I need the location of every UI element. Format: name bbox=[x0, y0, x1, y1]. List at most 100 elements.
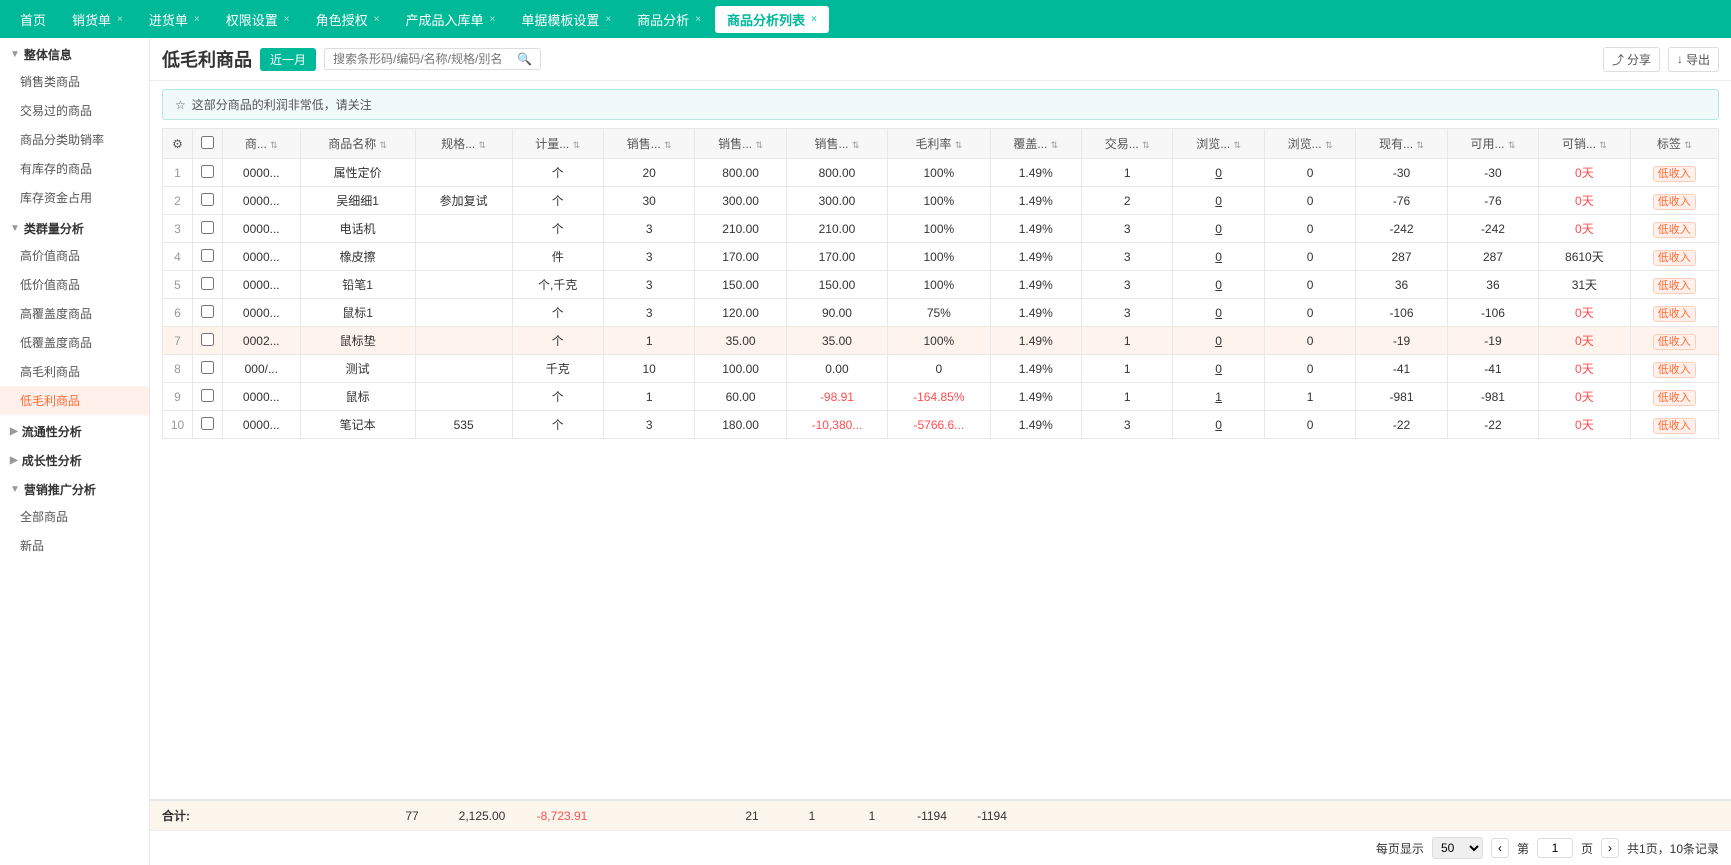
table-header-row: ⚙ 商... ⇅ 商品名称 ⇅ 规格... ⇅ 计量... ⇅ 销售... ⇅ … bbox=[163, 129, 1719, 159]
close-icon[interactable]: × bbox=[374, 14, 380, 25]
nav-product-analysis[interactable]: 商品分析 × bbox=[625, 6, 713, 33]
sales-amount-cell: 150.00 bbox=[695, 271, 786, 299]
checkbox-cell[interactable] bbox=[193, 327, 223, 355]
sales-qty-cell: 3 bbox=[603, 271, 694, 299]
row-checkbox[interactable] bbox=[201, 389, 214, 402]
row-checkbox[interactable] bbox=[201, 165, 214, 178]
views1-cell: 0 bbox=[1173, 159, 1264, 187]
checkbox-cell[interactable] bbox=[193, 215, 223, 243]
row-checkbox[interactable] bbox=[201, 305, 214, 318]
row-checkbox[interactable] bbox=[201, 193, 214, 206]
sidebar-item-high-coverage[interactable]: 高覆盖度商品 bbox=[0, 299, 149, 328]
sidebar-group-cluster[interactable]: ▼ 类群量分析 bbox=[0, 212, 149, 241]
close-icon[interactable]: × bbox=[284, 14, 290, 25]
settings-col-header[interactable]: ⚙ bbox=[163, 129, 193, 159]
sidebar-item-high-margin[interactable]: 高毛利商品 bbox=[0, 357, 149, 386]
available-cell: -242 bbox=[1447, 215, 1538, 243]
close-icon[interactable]: × bbox=[489, 14, 495, 25]
data-table-area: ⚙ 商... ⇅ 商品名称 ⇅ 规格... ⇅ 计量... ⇅ 销售... ⇅ … bbox=[150, 128, 1731, 799]
available-cell: -19 bbox=[1447, 327, 1538, 355]
sidebar-item-low-coverage[interactable]: 低覆盖度商品 bbox=[0, 328, 149, 357]
current-stock-cell: -106 bbox=[1356, 299, 1447, 327]
sidebar-item-low-value[interactable]: 低价值商品 bbox=[0, 270, 149, 299]
sellable-cell: 0天 bbox=[1539, 187, 1630, 215]
sidebar-item-all-products[interactable]: 全部商品 bbox=[0, 502, 149, 531]
sidebar-item-sales-products[interactable]: 销售类商品 bbox=[0, 67, 149, 96]
nav-permissions[interactable]: 权限设置 × bbox=[214, 6, 302, 33]
row-checkbox[interactable] bbox=[201, 277, 214, 290]
sidebar-item-traded-products[interactable]: 交易过的商品 bbox=[0, 96, 149, 125]
row-checkbox[interactable] bbox=[201, 221, 214, 234]
checkbox-cell[interactable] bbox=[193, 411, 223, 439]
code-cell: 000/... bbox=[223, 355, 301, 383]
sales-profit-cell: 35.00 bbox=[786, 327, 887, 355]
sidebar-item-new-products[interactable]: 新品 bbox=[0, 531, 149, 560]
sidebar-group-liquidity[interactable]: ▶ 流通性分析 bbox=[0, 415, 149, 444]
nav-sales-order[interactable]: 销货单 × bbox=[60, 6, 135, 33]
sales-amount-cell: 180.00 bbox=[695, 411, 786, 439]
transactions-cell: 3 bbox=[1081, 243, 1172, 271]
page-header: 低毛利商品 近一月 🔍 ⤴ 分享 ↓ 导出 bbox=[150, 38, 1731, 81]
period-button[interactable]: 近一月 bbox=[260, 48, 316, 71]
row-checkbox[interactable] bbox=[201, 333, 214, 346]
checkbox-cell[interactable] bbox=[193, 159, 223, 187]
export-button[interactable]: ↓ 导出 bbox=[1668, 47, 1719, 72]
page-title: 低毛利商品 bbox=[162, 46, 252, 72]
checkbox-cell[interactable] bbox=[193, 187, 223, 215]
tag-cell: 低收入 bbox=[1630, 271, 1718, 299]
checkbox-cell[interactable] bbox=[193, 299, 223, 327]
checkbox-cell[interactable] bbox=[193, 355, 223, 383]
sales-qty-cell: 30 bbox=[603, 187, 694, 215]
current-stock-cell: -242 bbox=[1356, 215, 1447, 243]
close-icon[interactable]: × bbox=[811, 14, 817, 25]
row-checkbox[interactable] bbox=[201, 249, 214, 262]
sidebar-item-category-sales[interactable]: 商品分类助销率 bbox=[0, 125, 149, 154]
sidebar-item-inventory-capital[interactable]: 库存资金占用 bbox=[0, 183, 149, 212]
sidebar-item-stocked[interactable]: 有库存的商品 bbox=[0, 154, 149, 183]
prev-page-button[interactable]: ‹ bbox=[1491, 838, 1509, 858]
available-cell: 36 bbox=[1447, 271, 1538, 299]
available-cell: 287 bbox=[1447, 243, 1538, 271]
search-icon[interactable]: 🔍 bbox=[517, 52, 532, 66]
search-input[interactable] bbox=[333, 52, 513, 66]
sidebar-group-growth[interactable]: ▶ 成长性分析 bbox=[0, 444, 149, 473]
checkbox-col-header[interactable] bbox=[193, 129, 223, 159]
nav-role-auth[interactable]: 角色授权 × bbox=[304, 6, 392, 33]
sales-amount-cell: 100.00 bbox=[695, 355, 786, 383]
per-page-select[interactable]: 50 100 200 bbox=[1432, 837, 1483, 859]
sidebar-item-high-value[interactable]: 高价值商品 bbox=[0, 241, 149, 270]
page-number-input[interactable] bbox=[1537, 838, 1573, 858]
transactions-cell: 1 bbox=[1081, 159, 1172, 187]
close-icon[interactable]: × bbox=[605, 14, 611, 25]
sidebar-group-marketing[interactable]: ▼ 营销推广分析 bbox=[0, 473, 149, 502]
select-all-checkbox[interactable] bbox=[201, 136, 214, 149]
nav-purchase-order[interactable]: 进货单 × bbox=[137, 6, 212, 33]
col-available: 可用... ⇅ bbox=[1447, 129, 1538, 159]
sales-profit-cell: 90.00 bbox=[786, 299, 887, 327]
checkbox-cell[interactable] bbox=[193, 243, 223, 271]
nav-product-inbound[interactable]: 产成品入库单 × bbox=[393, 6, 507, 33]
unit-cell: 个,千克 bbox=[512, 271, 603, 299]
transactions-cell: 1 bbox=[1081, 355, 1172, 383]
checkbox-cell[interactable] bbox=[193, 383, 223, 411]
spec-cell bbox=[415, 327, 512, 355]
close-icon[interactable]: × bbox=[695, 14, 701, 25]
checkbox-cell[interactable] bbox=[193, 271, 223, 299]
sales-amount-cell: 300.00 bbox=[695, 187, 786, 215]
close-icon[interactable]: × bbox=[194, 14, 200, 25]
col-gross-margin: 毛利率 ⇅ bbox=[888, 129, 990, 159]
nav-template-settings[interactable]: 单据模板设置 × bbox=[509, 6, 623, 33]
nav-home[interactable]: 首页 bbox=[8, 6, 58, 33]
sales-qty-cell: 1 bbox=[603, 327, 694, 355]
share-button[interactable]: ⤴ 分享 bbox=[1603, 47, 1660, 72]
row-checkbox[interactable] bbox=[201, 361, 214, 374]
table-row: 5 0000... 铅笔1 个,千克 3 150.00 150.00 100% … bbox=[163, 271, 1719, 299]
next-page-button[interactable]: › bbox=[1601, 838, 1619, 858]
sidebar-item-low-margin[interactable]: 低毛利商品 bbox=[0, 386, 149, 415]
close-icon[interactable]: × bbox=[117, 14, 123, 25]
sidebar-group-overall[interactable]: ▼ 整体信息 bbox=[0, 38, 149, 67]
current-stock-cell: -30 bbox=[1356, 159, 1447, 187]
code-cell: 0000... bbox=[223, 187, 301, 215]
row-checkbox[interactable] bbox=[201, 417, 214, 430]
nav-product-analysis-list[interactable]: 商品分析列表 × bbox=[715, 6, 829, 33]
